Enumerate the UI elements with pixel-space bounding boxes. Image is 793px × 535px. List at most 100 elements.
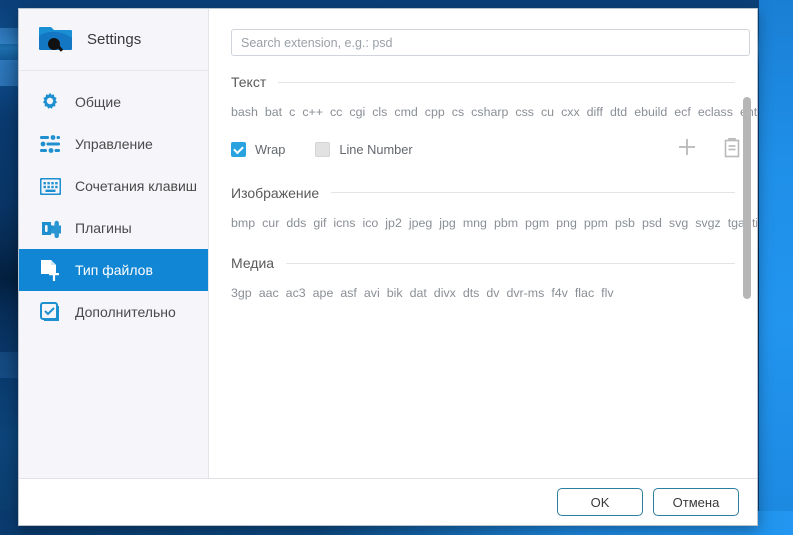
desktop-right-edge — [759, 0, 793, 535]
row-tools — [677, 137, 741, 163]
extension-token[interactable]: cs — [452, 105, 464, 119]
section-title: Текст — [231, 74, 267, 90]
extension-list-text[interactable]: bash bat c c++ cc cgi cls cmd cpp cs csharp css cu cx… — [231, 103, 757, 123]
extension-token[interactable]: c — [289, 105, 295, 119]
ok-button[interactable]: OK — [557, 488, 643, 516]
section-media: Медиа 3gp aac ac3 ape asf avi bik dat divx dts dv d… — [231, 255, 735, 304]
extension-token[interactable]: pbm — [494, 216, 518, 230]
extension-token[interactable]: avi — [364, 286, 380, 300]
line-number-checkbox[interactable]: Line Number — [315, 142, 413, 157]
content-scrollbar[interactable] — [743, 89, 751, 475]
sidebar-item-label: Тип файлов — [75, 262, 153, 278]
extension-token[interactable]: flv — [601, 286, 613, 300]
extension-token[interactable]: dtd — [610, 105, 627, 119]
sidebar-item-obshchie[interactable]: Общие — [19, 81, 208, 123]
extension-token[interactable]: dat — [410, 286, 427, 300]
section-title: Изображение — [231, 184, 320, 201]
extension-token[interactable]: css — [515, 105, 534, 119]
extension-token[interactable]: 3gp — [231, 286, 252, 300]
content-area: Текст bashbatcc++cccgiclscmdcppcscsharpc… — [209, 9, 757, 478]
sidebar-item-plaginy[interactable]: Плагины — [19, 207, 208, 249]
extension-token[interactable]: cls — [372, 105, 387, 119]
extension-token[interactable]: ecf — [674, 105, 691, 119]
extension-token[interactable]: diff — [587, 105, 603, 119]
settings-window: Settings Общие Управление Сочетания клав… — [18, 8, 758, 526]
sidebar-item-label: Управление — [75, 136, 153, 152]
extension-token[interactable]: cur — [262, 216, 279, 230]
text-options-row: Wrap Line Number — [231, 137, 741, 163]
extension-token[interactable]: ac3 — [286, 286, 306, 300]
section-header: Медиа — [231, 255, 735, 271]
extension-token[interactable]: bmp — [231, 216, 255, 230]
extension-token[interactable]: dds — [286, 216, 306, 230]
extension-token[interactable]: cc — [330, 105, 342, 119]
extension-token[interactable]: bik — [387, 286, 403, 300]
extension-token[interactable]: ape — [313, 286, 334, 300]
extension-list-media[interactable]: 3gp aac ac3 ape asf avi bik dat divx dts dv dvr-ms f… — [231, 284, 741, 304]
extension-token[interactable]: dvr-ms — [506, 286, 544, 300]
checkbox-box-checked[interactable] — [231, 142, 246, 157]
extension-token[interactable]: c++ — [302, 105, 323, 119]
extension-token[interactable]: cu — [541, 105, 554, 119]
extension-token[interactable]: f4v — [551, 286, 568, 300]
section-divider — [331, 192, 735, 193]
dialog-footer: OK Отмена — [19, 478, 757, 525]
sidebar-item-label: Плагины — [75, 220, 132, 236]
extension-token[interactable]: bash — [231, 105, 258, 119]
cancel-button[interactable]: Отмена — [653, 488, 739, 516]
app-title: Settings — [87, 31, 142, 48]
checkbox-box-unchecked[interactable] — [315, 142, 331, 157]
sidebar-item-dopolnitelno[interactable]: Дополнительно — [19, 291, 208, 333]
extension-token[interactable]: flac — [575, 286, 594, 300]
wrap-label: Wrap — [255, 142, 286, 157]
section-image: Изображение bmp cur dds gif icns ico jp2 jpeg jp… — [231, 185, 757, 234]
section-header: Изображение — [231, 185, 735, 201]
extension-token[interactable]: aac — [259, 286, 279, 300]
extension-list-image[interactable]: bmp cur dds gif icns ico jp2 jpeg jpg mng pbm pgm pn… — [231, 214, 757, 234]
sidebar-item-sochetaniya-klavish[interactable]: Сочетания клавиш — [19, 165, 208, 207]
extension-token[interactable]: ebuild — [634, 105, 667, 119]
extension-token[interactable]: cxx — [561, 105, 580, 119]
extension-token[interactable]: icns — [333, 216, 355, 230]
extension-token[interactable]: cgi — [349, 105, 365, 119]
extension-token[interactable]: jp2 — [385, 216, 402, 230]
clipboard-icon[interactable] — [723, 137, 741, 163]
search-input[interactable] — [231, 29, 750, 56]
plugin-icon — [39, 217, 61, 239]
extension-token[interactable]: psd — [642, 216, 662, 230]
checkbox-doc-icon — [39, 301, 61, 323]
section-divider — [286, 262, 735, 264]
extension-token[interactable]: cmd — [394, 105, 417, 119]
extension-token[interactable]: csharp — [471, 105, 508, 119]
extension-token[interactable]: cpp — [425, 105, 445, 119]
extension-token[interactable]: ico — [362, 216, 378, 230]
extension-token[interactable]: asf — [340, 286, 357, 300]
sidebar-item-label: Сочетания клавиш — [75, 178, 197, 194]
extension-token[interactable]: pgm — [525, 216, 549, 230]
extension-token[interactable]: tif — [752, 216, 757, 230]
section-text: Текст bash bat c c++ cc cgi cls cmd cpp cs csharp c… — [231, 74, 757, 163]
extension-token[interactable]: gif — [313, 216, 326, 230]
extension-token[interactable]: svgz — [695, 216, 720, 230]
sidebar-item-upravlenie[interactable]: Управление — [19, 123, 208, 165]
extension-token[interactable]: dts — [463, 286, 480, 300]
extension-token[interactable]: png — [556, 216, 577, 230]
extension-token[interactable]: divx — [434, 286, 456, 300]
extension-token[interactable]: mng — [463, 216, 487, 230]
extension-token[interactable]: bat — [265, 105, 282, 119]
add-extension-icon[interactable] — [677, 137, 697, 162]
extension-token[interactable]: jpg — [439, 216, 456, 230]
extension-token[interactable]: svg — [669, 216, 688, 230]
sidebar-item-tip-fajlov[interactable]: Тип файлов — [19, 249, 208, 291]
extension-token[interactable]: eclass — [698, 105, 733, 119]
extension-token[interactable]: ppm — [584, 216, 608, 230]
section-header: Текст — [231, 74, 735, 90]
sidebar: Settings Общие Управление Сочетания клав… — [19, 9, 209, 478]
section-title: Медиа — [231, 255, 275, 271]
scrollbar-thumb[interactable] — [743, 97, 751, 299]
wrap-checkbox[interactable]: Wrap — [231, 142, 285, 157]
file-type-icon — [39, 259, 61, 281]
extension-token[interactable]: jpeg — [409, 216, 432, 230]
extension-token[interactable]: psb — [615, 216, 635, 230]
extension-token[interactable]: dv — [486, 286, 499, 300]
